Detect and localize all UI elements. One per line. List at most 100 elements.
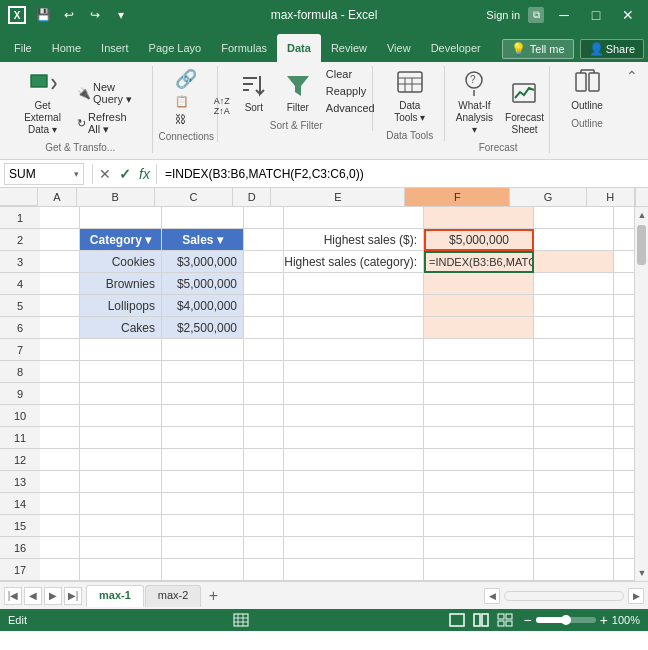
cell-g8[interactable] xyxy=(534,361,614,383)
cell-e16[interactable] xyxy=(284,537,424,559)
cell-g4[interactable] xyxy=(534,273,614,295)
cell-c12[interactable] xyxy=(162,449,244,471)
cell-c6[interactable]: $2,500,000 xyxy=(162,317,244,339)
cell-f13[interactable] xyxy=(424,471,534,493)
get-external-data-button[interactable]: Get ExternalData ▾ xyxy=(16,66,69,138)
tab-insert[interactable]: Insert xyxy=(91,34,139,62)
cell-e8[interactable] xyxy=(284,361,424,383)
add-sheet-button[interactable]: + xyxy=(202,585,224,607)
tab-data[interactable]: Data xyxy=(277,34,321,62)
cell-c17[interactable] xyxy=(162,559,244,581)
zoom-out-button[interactable]: − xyxy=(523,612,531,628)
cell-f3[interactable]: =INDEX(B3:B6,MATCH(F2,C3:C6,0))| xyxy=(424,251,534,273)
cell-g11[interactable] xyxy=(534,427,614,449)
col-header-d[interactable]: D xyxy=(233,188,271,206)
signin-button[interactable]: Sign in xyxy=(486,9,520,21)
cell-g12[interactable] xyxy=(534,449,614,471)
scrollbar-thumb[interactable] xyxy=(637,225,646,265)
cell-c7[interactable] xyxy=(162,339,244,361)
cell-e10[interactable] xyxy=(284,405,424,427)
cell-b10[interactable] xyxy=(80,405,162,427)
cell-d4[interactable] xyxy=(244,273,284,295)
row-header-7[interactable]: 7 xyxy=(0,339,40,361)
cell-b14[interactable] xyxy=(80,493,162,515)
tab-view[interactable]: View xyxy=(377,34,421,62)
cell-f11[interactable] xyxy=(424,427,534,449)
name-box[interactable]: SUM ▾ xyxy=(4,163,84,185)
cell-h3[interactable] xyxy=(614,251,634,273)
row-header-4[interactable]: 4 xyxy=(0,273,40,295)
row-header-10[interactable]: 10 xyxy=(0,405,40,427)
save-button[interactable]: 💾 xyxy=(32,4,54,26)
cell-a6[interactable] xyxy=(40,317,80,339)
restore-button[interactable]: ⧉ xyxy=(528,7,544,23)
cell-e13[interactable] xyxy=(284,471,424,493)
cell-c8[interactable] xyxy=(162,361,244,383)
cell-f6[interactable] xyxy=(424,317,534,339)
cell-a15[interactable] xyxy=(40,515,80,537)
cell-c3[interactable]: $3,000,000 xyxy=(162,251,244,273)
cell-f8[interactable] xyxy=(424,361,534,383)
col-header-e[interactable]: E xyxy=(271,188,405,206)
cancel-icon[interactable]: ✕ xyxy=(97,164,113,184)
cell-c13[interactable] xyxy=(162,471,244,493)
undo-button[interactable]: ↩ xyxy=(58,4,80,26)
cell-c14[interactable] xyxy=(162,493,244,515)
cell-d10[interactable] xyxy=(244,405,284,427)
cell-g10[interactable] xyxy=(534,405,614,427)
sheet-tab-max1[interactable]: max-1 xyxy=(86,585,144,607)
sort-button[interactable]: Sort xyxy=(234,68,274,116)
cell-a17[interactable] xyxy=(40,559,80,581)
formula-input[interactable]: =INDEX(B3:B6,MATCH(F2,C3:C6,0)) xyxy=(161,167,644,181)
cell-g5[interactable] xyxy=(534,295,614,317)
cell-d2[interactable] xyxy=(244,229,284,251)
cell-e15[interactable] xyxy=(284,515,424,537)
cell-c5[interactable]: $4,000,000 xyxy=(162,295,244,317)
cell-a5[interactable] xyxy=(40,295,80,317)
cell-f14[interactable] xyxy=(424,493,534,515)
tab-developer[interactable]: Developer xyxy=(421,34,491,62)
cell-a14[interactable] xyxy=(40,493,80,515)
cell-h7[interactable] xyxy=(614,339,634,361)
h-scroll-right[interactable]: ▶ xyxy=(628,588,644,604)
cell-e11[interactable] xyxy=(284,427,424,449)
outline-button[interactable]: Outline xyxy=(567,66,607,114)
confirm-icon[interactable]: ✓ xyxy=(117,164,133,184)
clear-button[interactable]: Clear xyxy=(322,66,379,82)
cell-f12[interactable] xyxy=(424,449,534,471)
col-header-c[interactable]: C xyxy=(155,188,233,206)
sheet-scroll-next[interactable]: ▶ xyxy=(44,587,62,605)
col-header-g[interactable]: G xyxy=(510,188,586,206)
cell-g17[interactable] xyxy=(534,559,614,581)
cell-d9[interactable] xyxy=(244,383,284,405)
reapply-button[interactable]: Reapply xyxy=(322,83,379,99)
cell-c1[interactable] xyxy=(162,207,244,229)
cell-e1[interactable] xyxy=(284,207,424,229)
cell-b17[interactable] xyxy=(80,559,162,581)
cell-b8[interactable] xyxy=(80,361,162,383)
cell-b2[interactable]: Category ▾ xyxy=(80,229,162,251)
sheet-scroll-first[interactable]: |◀ xyxy=(4,587,22,605)
cell-e9[interactable] xyxy=(284,383,424,405)
cell-h12[interactable] xyxy=(614,449,634,471)
cell-d3[interactable] xyxy=(244,251,284,273)
cell-d14[interactable] xyxy=(244,493,284,515)
cell-d12[interactable] xyxy=(244,449,284,471)
status-sheet-icon[interactable] xyxy=(233,613,249,627)
row-header-14[interactable]: 14 xyxy=(0,493,40,515)
tab-home[interactable]: Home xyxy=(42,34,91,62)
cell-c11[interactable] xyxy=(162,427,244,449)
cell-c2[interactable]: Sales ▾ xyxy=(162,229,244,251)
share-button[interactable]: 👤 Share xyxy=(580,39,644,59)
cell-e6[interactable] xyxy=(284,317,424,339)
cell-b7[interactable] xyxy=(80,339,162,361)
cell-g2[interactable] xyxy=(534,229,614,251)
cell-f16[interactable] xyxy=(424,537,534,559)
cell-h2[interactable] xyxy=(614,229,634,251)
cell-a11[interactable] xyxy=(40,427,80,449)
cell-h17[interactable] xyxy=(614,559,634,581)
col-header-a[interactable]: A xyxy=(38,188,76,206)
vertical-scrollbar[interactable]: ▲ ▼ xyxy=(634,207,648,581)
cell-b15[interactable] xyxy=(80,515,162,537)
zoom-handle[interactable] xyxy=(561,615,571,625)
